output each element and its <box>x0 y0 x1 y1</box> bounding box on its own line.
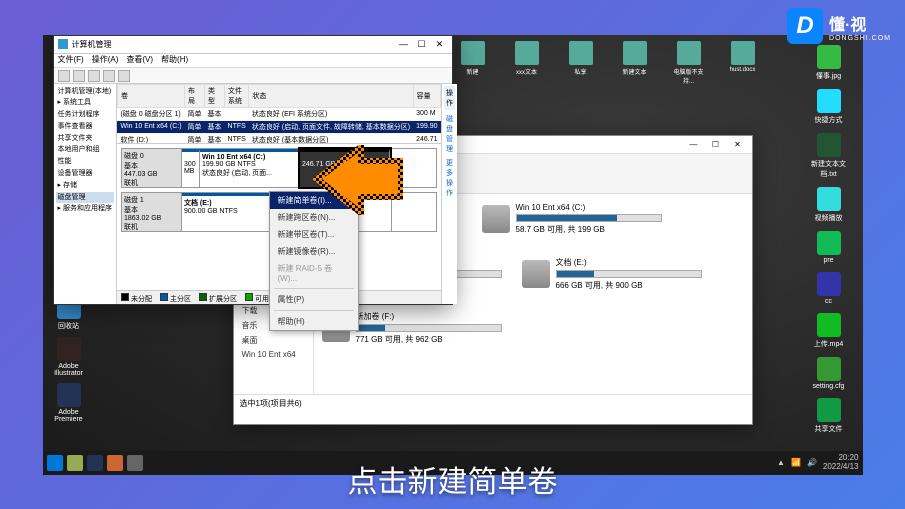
menu-item[interactable]: 查看(V) <box>126 54 153 67</box>
context-menu: 新建简单卷(I)...新建跨区卷(N)...新建带区卷(T)...新建镜像卷(R… <box>269 191 359 331</box>
partition[interactable]: Win 10 Ent x64 (C:)199.90 GB NTFS状态良好 (启… <box>200 149 300 187</box>
desktop-top-icons: 新建 xxx文本私享新建文本电脑版不支持... hust.docx <box>453 41 763 85</box>
context-menu-item[interactable]: 帮助(H) <box>270 313 358 330</box>
tree-item[interactable]: 任务计划程序 <box>56 109 114 121</box>
column-header[interactable]: 文件系统 <box>225 84 249 107</box>
desktop-right-icons: 懂事.jpg 快捷方式新建文本文档.txt 视频播放 pre cc 上传.mp4 setti… <box>809 45 857 434</box>
explorer-status: 选中1项(项目共6) <box>234 394 752 412</box>
nav-item[interactable]: 桌面 <box>238 333 309 348</box>
column-header[interactable]: 状态 <box>249 84 413 107</box>
disk-row: 磁盘 0基本447.03 GB联机300 MBWin 10 Ent x64 (C… <box>121 148 437 188</box>
drive-item[interactable]: Win 10 Ent x64 (C:)58.7 GB 可用, 共 199 GB <box>482 202 662 237</box>
tree-item[interactable]: 事件查看器 <box>56 121 114 133</box>
tree-item[interactable]: ▸ 存储 <box>56 180 114 192</box>
context-menu-item[interactable]: 新建带区卷(T)... <box>270 226 358 243</box>
action-link[interactable]: 磁盘管理 <box>444 112 455 156</box>
mgmt-toolbar[interactable] <box>54 68 452 84</box>
tree-item[interactable]: ▸ 系统工具 <box>56 97 114 109</box>
context-menu-item[interactable]: 新建镜像卷(R)... <box>270 243 358 260</box>
mgmt-tree[interactable]: 计算机管理(本地)▸ 系统工具 任务计划程序 事件查看器 共享文件夹 本地用户和… <box>54 84 117 304</box>
minimize-button[interactable]: — <box>684 137 704 151</box>
desktop-icon[interactable]: 懂事.jpg <box>809 45 849 81</box>
desktop-left-icons: 回收站 Adobe Illustrator Adobe Premiere <box>49 295 97 423</box>
desktop-icon[interactable]: 电脑版不支持... <box>669 41 709 85</box>
column-header[interactable]: 容量 <box>413 84 440 107</box>
tree-item[interactable]: 性能 <box>56 156 114 168</box>
legend-item: 主分区 <box>160 293 191 302</box>
action-link[interactable]: 更多操作 <box>444 156 455 200</box>
desktop-icon[interactable]: Adobe Illustrator <box>49 337 89 377</box>
partition[interactable]: 246.71 GB <box>300 149 390 187</box>
column-header[interactable]: 卷 <box>117 84 184 107</box>
menu-separator <box>274 288 354 289</box>
tree-item[interactable]: 计算机管理(本地) <box>56 86 114 98</box>
maximize-button[interactable]: ☐ <box>414 38 430 50</box>
close-button[interactable]: ✕ <box>432 38 448 50</box>
desktop-icon[interactable]: 新建文本 <box>615 41 655 85</box>
desktop-icon[interactable]: 新建 <box>453 41 493 85</box>
actions-header: 操作 <box>444 86 455 110</box>
computer-management-window: 计算机管理 — ☐ ✕ 文件(F) 操作(A) 查看(V) 帮助(H) 计算机管理(本… <box>53 35 453 305</box>
tree-item[interactable]: 磁盘管理 <box>56 192 114 204</box>
context-menu-item: 新建 RAID-5 卷(W)... <box>270 260 358 286</box>
actions-pane: 操作 磁盘管理更多操作 <box>441 84 457 304</box>
menu-separator <box>274 310 354 311</box>
tree-item[interactable]: ▸ 服务和应用程序 <box>56 203 114 215</box>
context-menu-item[interactable]: 新建跨区卷(N)... <box>270 209 358 226</box>
mgmt-menubar[interactable]: 文件(F) 操作(A) 查看(V) 帮助(H) <box>54 54 452 68</box>
logo-text: 懂·视 <box>829 11 891 35</box>
logo-subtext: DONGSHI.COM <box>829 35 891 42</box>
tree-item[interactable]: 本地用户和组 <box>56 144 114 156</box>
desktop-icon[interactable]: pre <box>809 231 849 264</box>
volume-row[interactable]: Win 10 Ent x64 (C:)简单基本NTFS状态良好 (启动, 页面文… <box>117 120 440 133</box>
drive-icon <box>482 205 510 233</box>
legend-item: 扩展分区 <box>199 293 237 302</box>
drive-icon <box>522 260 550 288</box>
disk-header[interactable]: 磁盘 0基本447.03 GB联机 <box>122 149 182 187</box>
context-menu-item[interactable]: 属性(P) <box>270 291 358 308</box>
desktop-icon[interactable]: 共享文件 <box>809 398 849 434</box>
mgmt-icon <box>58 39 68 49</box>
volume-row[interactable]: 软件 (D:)简单基本NTFS状态良好 (基本数据分区)246.71 <box>117 133 440 144</box>
desktop-icon[interactable]: xxx文本 <box>507 41 547 85</box>
partition[interactable]: 300 MB <box>182 149 200 187</box>
desktop-icon[interactable]: 新建文本文档.txt <box>809 133 849 179</box>
tree-item[interactable]: 设备管理器 <box>56 168 114 180</box>
desktop-icon[interactable]: setting.cfg <box>809 357 849 390</box>
desktop-icon[interactable]: 上传.mp4 <box>809 313 849 349</box>
desktop-icon[interactable]: hust.docx <box>723 41 763 85</box>
brand-logo: D 懂·视 DONGSHI.COM <box>787 8 891 44</box>
disk-header[interactable]: 磁盘 1基本1863.02 GB联机 <box>122 193 182 231</box>
maximize-button[interactable]: ☐ <box>706 137 726 151</box>
volume-row[interactable]: (磁盘 0 磁盘分区 1)简单基本状态良好 (EFI 系统分区)300 M <box>117 107 440 120</box>
menu-item[interactable]: 帮助(H) <box>161 54 188 67</box>
drive-item[interactable]: 文档 (E:)666 GB 可用, 共 900 GB <box>522 257 702 291</box>
menu-item[interactable]: 文件(F) <box>58 54 84 67</box>
context-menu-item[interactable]: 新建简单卷(I)... <box>270 192 358 209</box>
column-header[interactable]: 布局 <box>185 84 205 107</box>
desktop-icon[interactable]: 快捷方式 <box>809 89 849 125</box>
nav-item[interactable]: Win 10 Ent x64 <box>238 348 309 361</box>
column-header[interactable]: 类型 <box>205 84 225 107</box>
tree-item[interactable]: 共享文件夹 <box>56 133 114 145</box>
minimize-button[interactable]: — <box>396 38 412 50</box>
logo-icon: D <box>787 8 823 44</box>
volume-list[interactable]: 卷布局类型文件系统状态容量(磁盘 0 磁盘分区 1)简单基本状态良好 (EFI … <box>117 84 441 144</box>
desktop-icon[interactable]: Adobe Premiere <box>49 383 89 423</box>
mgmt-title-text: 计算机管理 <box>72 39 112 50</box>
legend-item: 未分配 <box>121 293 152 302</box>
desktop-icon[interactable]: 视频播放 <box>809 187 849 223</box>
desktop-icon[interactable]: cc <box>809 272 849 305</box>
mgmt-titlebar: 计算机管理 — ☐ ✕ <box>54 36 452 54</box>
menu-item[interactable]: 操作(A) <box>92 54 119 67</box>
desktop-icon[interactable]: 私享 <box>561 41 601 85</box>
close-button[interactable]: ✕ <box>728 137 748 151</box>
subtitle-caption: 点击新建简单卷 <box>0 457 905 501</box>
